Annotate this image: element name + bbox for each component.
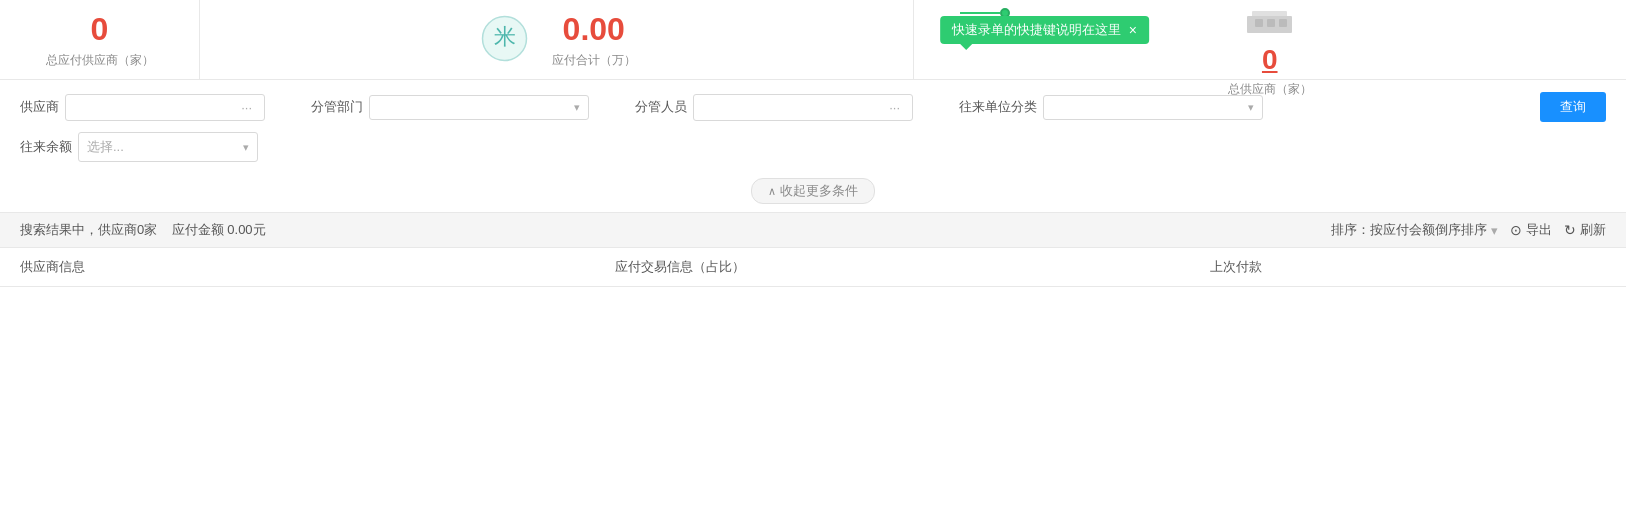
export-button[interactable]: ⊙ 导出 xyxy=(1510,221,1552,239)
results-info: 搜索结果中，供应商0家 应付金额 0.00元 xyxy=(20,221,266,239)
sort-chevron-icon: ▾ xyxy=(1491,223,1498,238)
balance-chevron-icon: ▾ xyxy=(243,141,249,154)
unit-class-dropdown[interactable]: ▾ xyxy=(1043,95,1263,120)
results-actions: 排序：按应付会额倒序排序 ▾ ⊙ 导出 ↻ 刷新 xyxy=(1331,221,1606,239)
svg-rect-4 xyxy=(1255,19,1263,27)
svg-text:米: 米 xyxy=(493,24,515,49)
export-icon: ⊙ xyxy=(1510,222,1522,238)
refresh-label: 刷新 xyxy=(1580,221,1606,239)
balance-filter: 往来余额 选择... ▾ xyxy=(20,132,258,162)
person-input[interactable]: ··· xyxy=(693,94,913,121)
refresh-button[interactable]: ↻ 刷新 xyxy=(1564,221,1606,239)
sort-dropdown[interactable]: 排序：按应付会额倒序排序 ▾ xyxy=(1331,221,1498,239)
supplier-input[interactable]: ··· xyxy=(65,94,265,121)
col-last-payment-header: 上次付款 xyxy=(1210,258,1607,276)
payable-total-label: 应付合计（万） xyxy=(552,52,636,69)
export-label: 导出 xyxy=(1526,221,1552,239)
amount-summary: 应付金额 0.00元 xyxy=(172,222,266,237)
unit-class-filter: 往来单位分类 ▾ xyxy=(959,95,1263,120)
filter-section: 供应商 ··· 分管部门 ▾ 分管人员 ··· 往来单位分类 xyxy=(0,80,1626,213)
person-dots[interactable]: ··· xyxy=(885,100,904,115)
total-payable-vendors-label: 总应付供应商（家） xyxy=(46,52,154,69)
department-label: 分管部门 xyxy=(311,98,363,116)
department-chevron-icon: ▾ xyxy=(574,101,580,114)
person-filter: 分管人员 ··· xyxy=(635,94,913,121)
balance-placeholder: 选择... xyxy=(87,138,124,156)
department-dropdown[interactable]: ▾ xyxy=(369,95,589,120)
refresh-icon: ↻ xyxy=(1564,222,1576,238)
department-filter: 分管部门 ▾ xyxy=(311,95,589,120)
unit-class-chevron-icon: ▾ xyxy=(1248,101,1254,114)
unit-class-label: 往来单位分类 xyxy=(959,98,1037,116)
filter-row-2: 往来余额 选择... ▾ xyxy=(20,132,1606,162)
balance-dropdown[interactable]: 选择... ▾ xyxy=(78,132,258,162)
building-icon xyxy=(1247,1,1292,39)
supplier-label: 供应商 xyxy=(20,98,59,116)
col-transaction-header: 应付交易信息（占比） xyxy=(615,258,1210,276)
tooltip-vendor-block: 快速录单的快捷键说明在这里 × 0 总供应商（家） xyxy=(914,0,1627,79)
stats-bar: 0 总应付供应商（家） 米 0.00 应付合计（万） 快速录单的快捷键说明在这里… xyxy=(0,0,1626,80)
table-body xyxy=(0,287,1626,515)
svg-rect-6 xyxy=(1279,19,1287,27)
tooltip-close-icon[interactable]: × xyxy=(1129,23,1137,37)
table-header: 供应商信息 应付交易信息（占比） 上次付款 xyxy=(0,248,1626,287)
query-button[interactable]: 查询 xyxy=(1540,92,1606,122)
svg-rect-5 xyxy=(1267,19,1275,27)
person-label: 分管人员 xyxy=(635,98,687,116)
payable-total-block: 米 0.00 应付合计（万） xyxy=(200,0,914,79)
collapse-button[interactable]: ∧ 收起更多条件 xyxy=(751,178,875,204)
balance-label: 往来余额 xyxy=(20,138,72,156)
supplier-dots[interactable]: ··· xyxy=(237,100,256,115)
total-payable-vendors-block: 0 总应付供应商（家） xyxy=(0,0,200,79)
sort-label: 排序：按应付会额倒序排序 xyxy=(1331,221,1487,239)
supplier-filter: 供应商 ··· xyxy=(20,94,265,121)
quick-shortcut-tooltip: 快速录单的快捷键说明在这里 × xyxy=(940,16,1149,44)
collapse-chevron-icon: ∧ xyxy=(768,185,776,198)
tooltip-text: 快速录单的快捷键说明在这里 xyxy=(952,21,1121,39)
results-bar: 搜索结果中，供应商0家 应付金额 0.00元 排序：按应付会额倒序排序 ▾ ⊙ … xyxy=(0,213,1626,248)
total-vendors-label: 总供应商（家） xyxy=(1228,81,1312,98)
filter-row-1: 供应商 ··· 分管部门 ▾ 分管人员 ··· 往来单位分类 xyxy=(20,92,1606,122)
collapse-label: 收起更多条件 xyxy=(780,182,858,200)
results-summary: 搜索结果中，供应商0家 xyxy=(20,222,157,237)
payable-total-number: 0.00 xyxy=(563,10,625,48)
col-supplier-header: 供应商信息 xyxy=(20,258,615,276)
collapse-bar: ∧ 收起更多条件 xyxy=(20,172,1606,212)
total-vendors-number: 0 xyxy=(1262,43,1278,77)
total-payable-vendors-number: 0 xyxy=(91,10,109,48)
bee-icon: 米 xyxy=(477,11,532,69)
